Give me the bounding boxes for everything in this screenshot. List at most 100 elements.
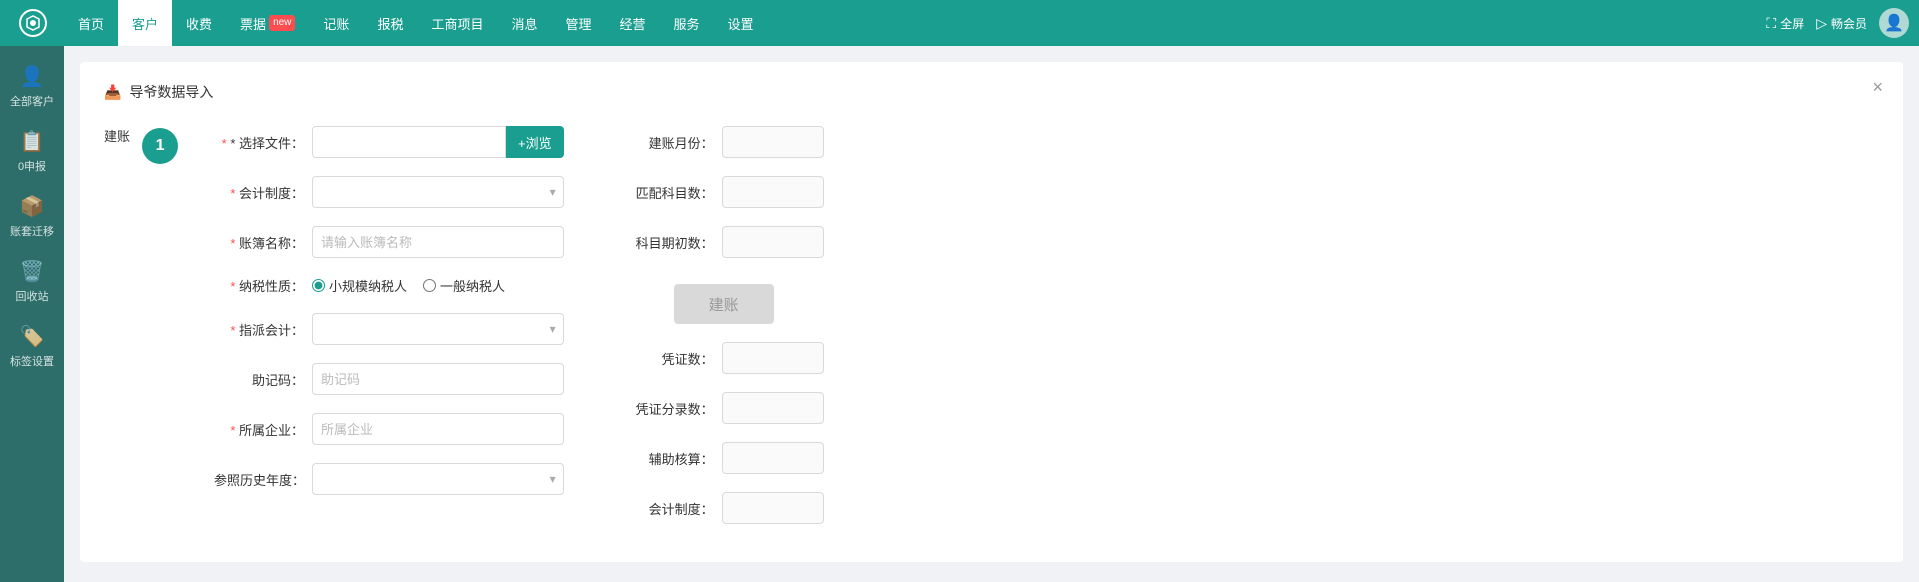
voucher-entries-row: 凭证分录数：: [624, 392, 824, 424]
avatar-icon: 👤: [1884, 13, 1904, 33]
accounting-system-select[interactable]: [312, 176, 564, 208]
sidebar-item-trash[interactable]: 🗑️ 回收站: [0, 251, 64, 312]
card-title: 导爷数据导入: [129, 82, 213, 102]
build-month-row: 建账月份：: [624, 126, 824, 158]
nav-item-operations[interactable]: 经营: [606, 0, 660, 46]
migrate-icon: 📦: [20, 194, 45, 219]
voucher-entries-label: 凭证分录数：: [624, 399, 714, 418]
ledger-name-row: * 账簿名称：: [214, 226, 564, 258]
info-accounting-system-value: [722, 492, 824, 524]
browse-button[interactable]: +浏览: [506, 126, 564, 158]
avatar[interactable]: 👤: [1879, 8, 1909, 38]
tax-type-label: * 纳税性质：: [214, 276, 304, 295]
close-button[interactable]: ×: [1872, 78, 1883, 96]
nav-item-service[interactable]: 服务: [660, 0, 714, 46]
nav-item-fees[interactable]: 收费: [172, 0, 226, 46]
file-input-wrap: +浏览: [312, 126, 564, 158]
tags-icon: 🏷️: [20, 324, 45, 349]
all-clients-icon: 👤: [20, 64, 45, 89]
history-year-label: 参照历史年度：: [214, 470, 304, 489]
voucher-count-value: [722, 342, 824, 374]
nav-item-invoices[interactable]: 票据 new: [226, 0, 309, 46]
tax-type-radio-group: 小规模纳税人 一般纳税人: [312, 276, 564, 295]
tax-general-label[interactable]: 一般纳税人: [423, 276, 505, 295]
accounting-system-row: * 会计制度： ▾: [214, 176, 564, 208]
step-badge: 1: [142, 128, 178, 164]
nav-item-home[interactable]: 首页: [64, 0, 118, 46]
aux-accounting-row: 辅助核算：: [624, 442, 824, 474]
info-accounting-system-row: 会计制度：: [624, 492, 824, 524]
history-year-row: 参照历史年度： ▾: [214, 463, 564, 495]
nav-item-tax[interactable]: 报税: [363, 0, 417, 46]
sidebar-item-all-clients[interactable]: 👤 全部客户: [0, 56, 64, 117]
vip-btn[interactable]: ▷ 畅会员: [1816, 15, 1867, 32]
tax-type-row: * 纳税性质： 小规模纳税人 一般纳税人: [214, 276, 564, 295]
info-accounting-system-label: 会计制度：: [624, 499, 714, 518]
sidebar-item-migrate[interactable]: 📦 账套迁移: [0, 186, 64, 247]
tax-small-label[interactable]: 小规模纳税人: [312, 276, 407, 295]
top-nav: 首页 客户 收费 票据 new 记账 报税 工商项目 消息 管理 经营: [0, 0, 1919, 46]
voucher-entries-value: [722, 392, 824, 424]
tax-general-radio[interactable]: [423, 279, 436, 292]
accounting-system-select-wrap: ▾: [312, 176, 564, 208]
accountant-select[interactable]: [312, 313, 564, 345]
right-panel: 建账月份： 匹配科目数： 科目期初数：: [624, 126, 824, 524]
company-input[interactable]: [312, 413, 564, 445]
sidebar: 👤 全部客户 📋 0申报 📦 账套迁移 🗑️ 回收站 🏷️ 标签设置: [0, 46, 64, 582]
match-subjects-label: 匹配科目数：: [624, 183, 714, 202]
new-badge: new: [269, 15, 295, 31]
step-area: 建账 1 * * 选择文件： +浏览: [104, 126, 1879, 524]
fullscreen-icon: ⛶: [1766, 15, 1776, 32]
sidebar-item-zero-declare[interactable]: 📋 0申报: [0, 121, 64, 182]
vip-icon: ▷: [1816, 15, 1827, 32]
accounting-system-label: * 会计制度：: [214, 183, 304, 202]
form-area: * * 选择文件： +浏览 * 会计制度：: [214, 126, 824, 524]
sidebar-item-tags[interactable]: 🏷️ 标签设置: [0, 316, 64, 377]
subject-initial-value: [722, 226, 824, 258]
step-label: 建账: [104, 126, 130, 145]
accountant-label: * 指派会计：: [214, 320, 304, 339]
nav-item-business[interactable]: 工商项目: [417, 0, 497, 46]
build-month-label: 建账月份：: [624, 133, 714, 152]
main-content: 📥 导爷数据导入 × 建账 1: [64, 46, 1919, 582]
build-btn-wrap: 建账: [624, 284, 824, 324]
nav-items: 首页 客户 收费 票据 new 记账 报税 工商项目 消息 管理 经营: [64, 0, 1766, 46]
build-month-value: [722, 126, 824, 158]
nav-item-clients[interactable]: 客户: [118, 0, 172, 46]
match-subjects-row: 匹配科目数：: [624, 176, 824, 208]
history-year-select[interactable]: [312, 463, 564, 495]
card-header: 📥 导爷数据导入: [104, 82, 1879, 102]
memo-code-label: 助记码：: [214, 370, 304, 389]
import-card: 📥 导爷数据导入 × 建账 1: [80, 62, 1903, 562]
subject-initial-row: 科目期初数：: [624, 226, 824, 258]
nav-item-messages[interactable]: 消息: [497, 0, 551, 46]
nav-item-settings[interactable]: 设置: [714, 0, 768, 46]
aux-accounting-label: 辅助核算：: [624, 449, 714, 468]
voucher-count-row: 凭证数：: [624, 342, 824, 374]
zero-declare-icon: 📋: [20, 129, 45, 154]
nav-item-accounting[interactable]: 记账: [309, 0, 363, 46]
file-input[interactable]: [312, 126, 506, 158]
voucher-count-label: 凭证数：: [624, 349, 714, 368]
logo: [10, 0, 56, 46]
nav-right: ⛶ 全屏 ▷ 畅会员 👤: [1766, 8, 1909, 38]
ledger-name-label: * 账簿名称：: [214, 233, 304, 252]
ledger-name-input[interactable]: [312, 226, 564, 258]
history-year-select-wrap: ▾: [312, 463, 564, 495]
import-icon: 📥: [104, 84, 121, 101]
fullscreen-btn[interactable]: ⛶ 全屏: [1766, 15, 1804, 32]
file-select-row: * * 选择文件： +浏览: [214, 126, 564, 158]
nav-item-manage[interactable]: 管理: [551, 0, 605, 46]
memo-code-row: 助记码：: [214, 363, 564, 395]
build-button[interactable]: 建账: [674, 284, 774, 324]
memo-code-input[interactable]: [312, 363, 564, 395]
accountant-row: * 指派会计： ▾: [214, 313, 564, 345]
layout: 👤 全部客户 📋 0申报 📦 账套迁移 🗑️ 回收站 🏷️ 标签设置 📥 导爷数…: [0, 46, 1919, 582]
accountant-select-wrap: ▾: [312, 313, 564, 345]
trash-icon: 🗑️: [20, 259, 45, 284]
tax-small-radio[interactable]: [312, 279, 325, 292]
company-row: * 所属企业：: [214, 413, 564, 445]
aux-accounting-value: [722, 442, 824, 474]
form-left-col: * * 选择文件： +浏览 * 会计制度：: [214, 126, 564, 524]
info-col: 建账月份： 匹配科目数： 科目期初数：: [624, 126, 824, 524]
